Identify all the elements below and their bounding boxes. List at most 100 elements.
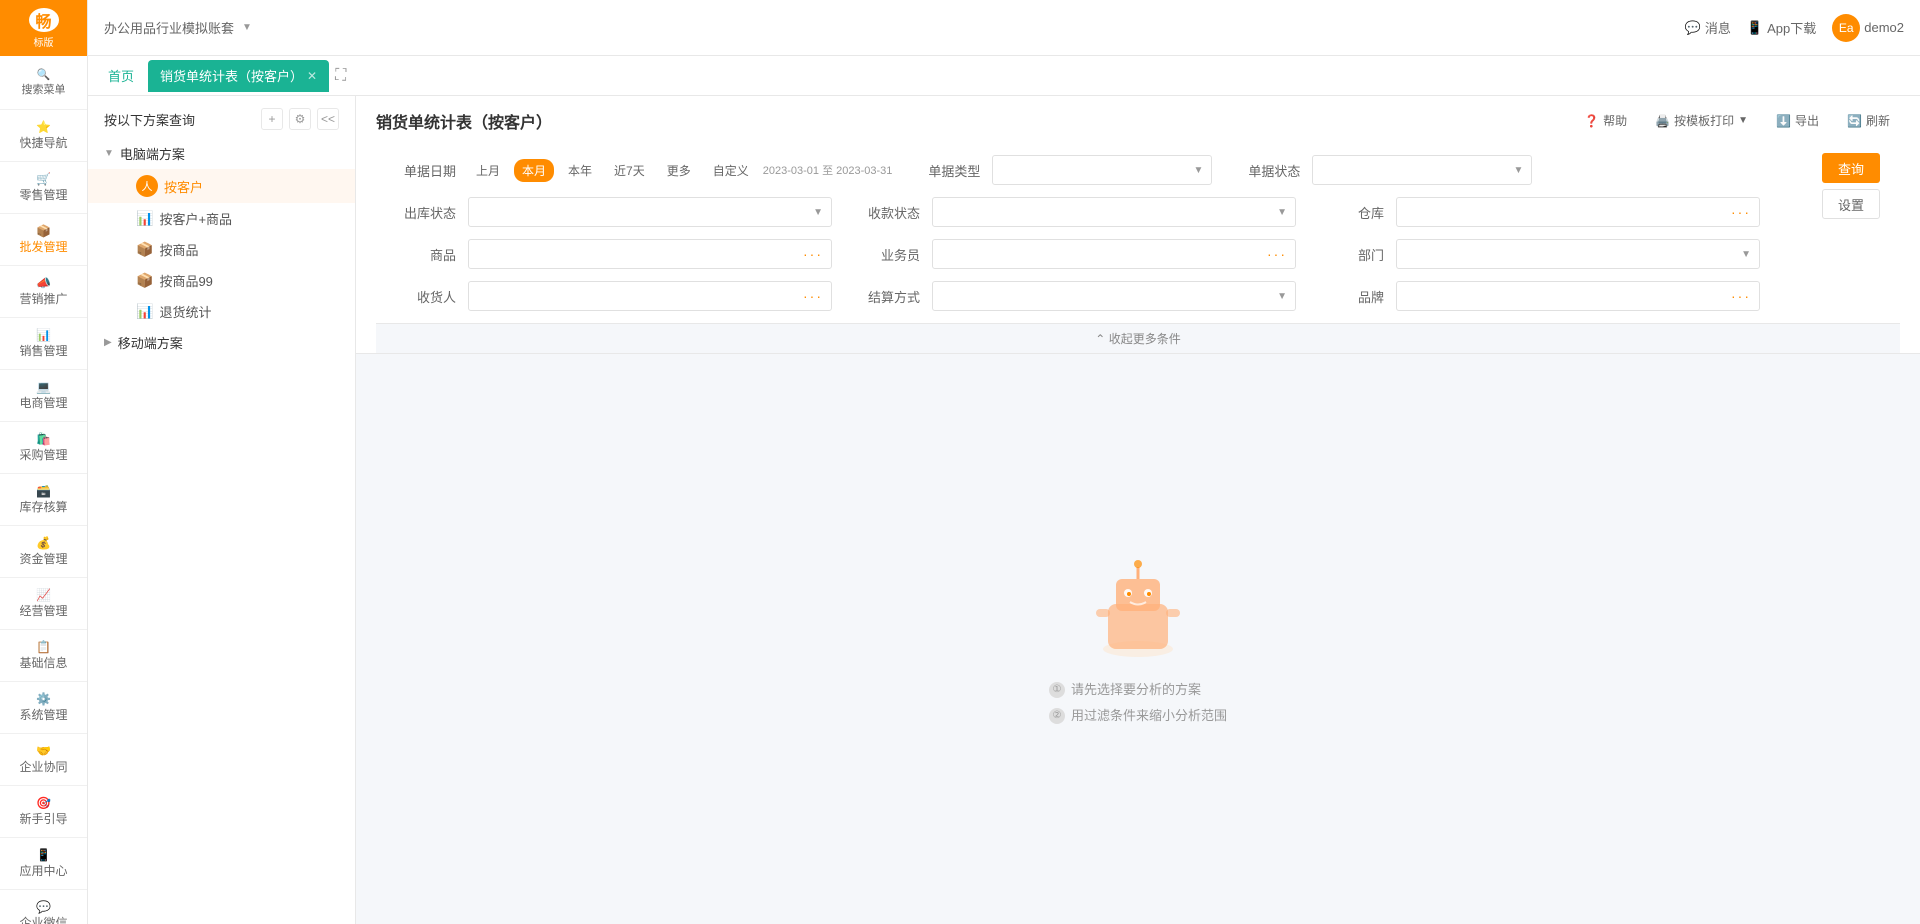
- date-this-year[interactable]: 本年: [560, 159, 600, 182]
- date-custom[interactable]: 自定义: [705, 159, 757, 182]
- page-header: 销货单统计表（按客户） ❓ 帮助 🖨️ 按模板打印 ▼ ⬇️: [356, 96, 1920, 354]
- print-arrow-icon: ▼: [1738, 115, 1748, 126]
- order-type-label: 单据类型: [920, 161, 980, 180]
- date-last-7[interactable]: 近7天: [606, 159, 653, 182]
- tab-bar: 首页 销货单统计表（按客户） ✕ ⛶: [88, 56, 1920, 96]
- purchase-icon: 🛍️: [5, 432, 82, 446]
- sidebar-item-finance[interactable]: 💰 资金管理: [0, 526, 87, 578]
- export-button[interactable]: ⬇️ 导出: [1766, 108, 1829, 133]
- goods-input[interactable]: ···: [468, 239, 832, 269]
- download-icon: 📱: [1747, 20, 1763, 36]
- tree-item-by-goods-99[interactable]: 📦 按商品99: [88, 265, 355, 296]
- maximize-button[interactable]: ⛶: [335, 67, 346, 85]
- out-status-label: 出库状态: [396, 203, 456, 222]
- user-avatar: Ea: [1832, 14, 1860, 42]
- panel-collapse-button[interactable]: <<: [317, 108, 339, 130]
- query-button[interactable]: 查询: [1822, 153, 1880, 183]
- tree-mobile-group[interactable]: ▶ 移动端方案: [88, 327, 355, 358]
- sidebar-item-search[interactable]: 🔍 搜索菜单: [0, 56, 87, 110]
- settings-button[interactable]: 设置: [1822, 189, 1880, 219]
- settlement-select[interactable]: ▼: [932, 281, 1296, 311]
- tree-item-by-goods[interactable]: 📦 按商品: [88, 234, 355, 265]
- sidebar-item-system[interactable]: ⚙️ 系统管理: [0, 682, 87, 734]
- inventory-icon: 🗃️: [5, 484, 82, 498]
- left-panel: 按以下方案查询 + ⚙ << ▼ 电脑端方案 人 按客户 📊 按客户+商品: [88, 96, 356, 924]
- header-right: 💬 消息 📱 App下载 Ea demo2: [1685, 14, 1904, 42]
- sales-icon: 📊: [5, 328, 82, 342]
- sidebar-item-basic[interactable]: 📋 基础信息: [0, 630, 87, 682]
- company-selector[interactable]: 办公用品行业模拟账套: [104, 18, 234, 37]
- department-select[interactable]: ▼: [1396, 239, 1760, 269]
- tab-sales-stats[interactable]: 销货单统计表（按客户） ✕: [148, 60, 329, 92]
- sidebar-item-wechat[interactable]: 💬 企业微信: [0, 890, 87, 924]
- header-left: 办公用品行业模拟账套 ▼: [104, 18, 252, 37]
- date-more[interactable]: 更多: [659, 159, 699, 182]
- sidebar-item-ecommerce[interactable]: 💻 电商管理: [0, 370, 87, 422]
- panel-add-button[interactable]: +: [261, 108, 283, 130]
- hint-num-1: ①: [1049, 682, 1065, 698]
- sidebar-item-shortcut[interactable]: ⭐ 快捷导航: [0, 110, 87, 162]
- receiver-input[interactable]: ···: [468, 281, 832, 311]
- help-icon: ❓: [1584, 114, 1599, 128]
- tab-close-button[interactable]: ✕: [307, 69, 317, 83]
- hint-item-2: ② 用过滤条件来缩小分析范围: [1049, 703, 1227, 729]
- date-last-month[interactable]: 上月: [468, 159, 508, 182]
- sidebar-item-retail[interactable]: 🛒 零售管理: [0, 162, 87, 214]
- tree-desktop-group[interactable]: ▼ 电脑端方案: [88, 138, 355, 169]
- brand-input[interactable]: ···: [1396, 281, 1760, 311]
- template-print-button[interactable]: 🖨️ 按模板打印 ▼: [1645, 108, 1758, 133]
- receiver-more-icon[interactable]: ···: [803, 288, 823, 304]
- basic-icon: 📋: [5, 640, 82, 654]
- panel-settings-button[interactable]: ⚙: [289, 108, 311, 130]
- tree-item-by-customer[interactable]: 人 按客户: [88, 169, 355, 203]
- help-button[interactable]: ❓ 帮助: [1574, 108, 1637, 133]
- panel-actions: + ⚙ <<: [261, 108, 339, 130]
- tab-home[interactable]: 首页: [96, 60, 146, 92]
- app-download-button[interactable]: 📱 App下载: [1747, 18, 1816, 37]
- operation-icon: 📈: [5, 588, 82, 602]
- tree-item-return-stats[interactable]: 📊 退货统计: [88, 296, 355, 327]
- chevron-down-icon: ▼: [242, 22, 252, 33]
- warehouse-more-icon[interactable]: ···: [1731, 204, 1751, 220]
- department-label: 部门: [1324, 245, 1384, 264]
- order-status-arrow: ▼: [1514, 165, 1524, 176]
- sidebar-item-sales[interactable]: 📊 销售管理: [0, 318, 87, 370]
- salesperson-more-icon[interactable]: ···: [1267, 246, 1287, 262]
- sidebar-item-inventory[interactable]: 🗃️ 库存核算: [0, 474, 87, 526]
- settlement-arrow: ▼: [1277, 291, 1287, 302]
- salesperson-label: 业务员: [860, 245, 920, 264]
- date-this-month[interactable]: 本月: [514, 159, 554, 182]
- order-status-select[interactable]: ▼: [1312, 155, 1532, 185]
- warehouse-input[interactable]: ···: [1396, 197, 1760, 227]
- out-status-select[interactable]: ▼: [468, 197, 832, 227]
- sidebar-item-purchase[interactable]: 🛍️ 采购管理: [0, 422, 87, 474]
- sidebar-item-marketing[interactable]: 📣 营销推广: [0, 266, 87, 318]
- collapse-bar[interactable]: ⌃ 收起更多条件: [376, 323, 1900, 353]
- sidebar-item-newuser[interactable]: 🎯 新手引导: [0, 786, 87, 838]
- refresh-icon: 🔄: [1847, 114, 1862, 128]
- refresh-button[interactable]: 🔄 刷新: [1837, 108, 1900, 133]
- page-title-row: 销货单统计表（按客户） ❓ 帮助 🖨️ 按模板打印 ▼ ⬇️: [376, 108, 1900, 143]
- tree-item-by-customer-goods[interactable]: 📊 按客户+商品: [88, 203, 355, 234]
- message-button[interactable]: 💬 消息: [1685, 18, 1731, 37]
- sidebar-item-enterprise[interactable]: 🤝 企业协同: [0, 734, 87, 786]
- empty-svg: [1078, 549, 1198, 669]
- empty-hints: ① 请先选择要分析的方案 ② 用过滤条件来缩小分析范围: [1049, 677, 1227, 729]
- export-icon: ⬇️: [1776, 114, 1791, 128]
- salesperson-input[interactable]: ···: [932, 239, 1296, 269]
- date-filter: 上月 本月 本年 近7天 更多 自定义 2023-03-01 至 2023-03…: [468, 159, 892, 182]
- goods-icon-1: 📦: [136, 241, 153, 258]
- sidebar-item-wholesale[interactable]: 📦 批发管理: [0, 214, 87, 266]
- sidebar-item-operation[interactable]: 📈 经营管理: [0, 578, 87, 630]
- brand-more-icon[interactable]: ···: [1731, 288, 1751, 304]
- collection-status-select[interactable]: ▼: [932, 197, 1296, 227]
- user-profile[interactable]: Ea demo2: [1832, 14, 1904, 42]
- sidebar-item-appstore[interactable]: 📱 应用中心: [0, 838, 87, 890]
- top-header: 办公用品行业模拟账套 ▼ 💬 消息 📱 App下载 Ea demo2: [88, 0, 1920, 56]
- order-type-select[interactable]: ▼: [992, 155, 1212, 185]
- page-actions: ❓ 帮助 🖨️ 按模板打印 ▼ ⬇️ 导出 �: [1574, 108, 1900, 133]
- goods-more-icon[interactable]: ···: [803, 246, 823, 262]
- order-type-arrow: ▼: [1194, 165, 1204, 176]
- newuser-icon: 🎯: [5, 796, 82, 810]
- tree-arrow-desktop: ▼: [104, 148, 114, 159]
